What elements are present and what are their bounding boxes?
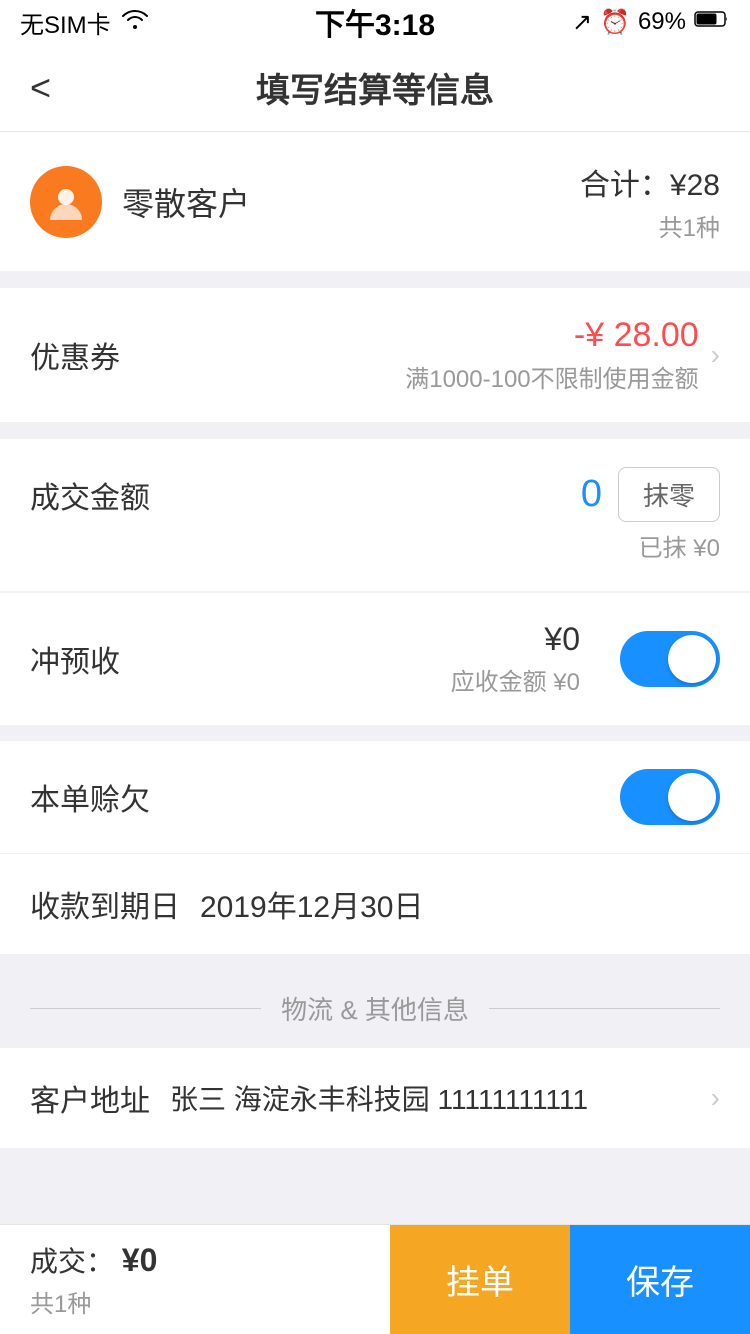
address-label: 客户地址 [30,1076,150,1120]
customer-right: 合计：¥28 共1种 [580,160,720,243]
prereceive-right: ¥0 应收金额 ¥0 [451,621,720,697]
address-chevron-icon: › [711,1082,720,1114]
coupon-right: -¥ 28.00 满1000-100不限制使用金额 › [405,316,720,394]
debt-row: 本单赊欠 [0,741,750,853]
logistics-label: 物流 & 其他信息 [281,990,469,1027]
pending-button[interactable]: 挂单 [390,1225,570,1334]
logistics-header: 物流 & 其他信息 [0,970,750,1047]
transaction-label: 成交金额 [30,473,150,517]
prereceive-receivable: 应收金额 ¥0 [451,662,580,697]
customer-avatar [30,166,102,238]
customer-name: 零散客户 [122,179,250,225]
logistics-line-left [30,1008,261,1009]
customer-section: 零散客户 合计：¥28 共1种 [0,132,750,272]
wifi-icon [121,8,149,36]
customer-count: 共1种 [580,208,720,243]
divider1 [0,272,750,288]
pending-label: 挂单 [446,1255,514,1304]
debt-label: 本单赊欠 [30,775,150,819]
coupon-label: 优惠券 [30,333,120,377]
due-date-label: 收款到期日 [30,882,180,926]
status-bar-time: 下午3:18 [315,0,435,44]
battery-icon [694,8,730,36]
transaction-value[interactable]: 0 [581,473,602,516]
transaction-section: 成交金额 0 抹零 已抹 ¥0 [0,439,750,592]
due-date-value: 2019年12月30日 [200,882,423,926]
due-date-row[interactable]: 收款到期日 2019年12月30日 [0,853,750,954]
prereceive-toggle[interactable] [620,631,720,687]
transaction-row: 成交金额 0 抹零 [30,467,720,522]
coupon-value-area: -¥ 28.00 满1000-100不限制使用金额 [405,316,698,394]
address-row[interactable]: 客户地址 张三 海淀永丰科技园 11111111111 › [0,1047,750,1148]
debt-toggle-knob [668,773,716,821]
bottom-summary: 成交： ¥0 共1种 [0,1240,390,1319]
divider4 [0,954,750,970]
bottom-bar: 成交： ¥0 共1种 挂单 保存 [0,1224,750,1334]
page-title: 填写结算等信息 [256,63,494,112]
round-button[interactable]: 抹零 [618,467,720,522]
already-rounded-text: 已抹 ¥0 [30,528,720,563]
coupon-desc: 满1000-100不限制使用金额 [405,359,698,394]
customer-left: 零散客户 [30,166,250,238]
status-bar-right: ↗ ⏰ 69% [572,8,730,37]
bottom-count: 共1种 [30,1284,360,1319]
bottom-deal-amount: ¥0 [122,1242,158,1278]
status-bar: 无SIM卡 下午3:18 ↗ ⏰ 69% [0,0,750,44]
debt-toggle[interactable] [620,769,720,825]
prereceive-amount: ¥0 [451,621,580,658]
alarm-icon: ⏰ [600,8,630,37]
bottom-deal-label: 成交： [30,1246,114,1277]
prereceive-value-area: ¥0 应收金额 ¥0 [451,621,580,697]
back-button[interactable]: < [30,67,51,109]
address-value: 张三 海淀永丰科技园 11111111111 [170,1078,711,1118]
save-button[interactable]: 保存 [570,1225,750,1334]
logistics-line-right [489,1008,720,1009]
customer-row: 零散客户 合计：¥28 共1种 [0,132,750,271]
carrier-text: 无SIM卡 [20,5,111,40]
prereceive-section: 冲预收 ¥0 应收金额 ¥0 [0,592,750,725]
bottom-deal-line: 成交： ¥0 [30,1240,360,1280]
coupon-chevron-icon: › [711,339,720,371]
divider3 [0,725,750,741]
divider2 [0,423,750,439]
customer-total: 合计：¥28 [580,160,720,204]
content-area: 零散客户 合计：¥28 共1种 优惠券 -¥ 28.00 满1000-100不限… [0,132,750,1278]
coupon-row[interactable]: 优惠券 -¥ 28.00 满1000-100不限制使用金额 › [0,288,750,423]
transaction-input-area: 0 抹零 [581,467,720,522]
prereceive-label: 冲预收 [30,637,120,681]
prereceive-row: 冲预收 ¥0 应收金额 ¥0 [30,621,720,697]
battery-text: 69% [638,8,686,36]
status-bar-left: 无SIM卡 [20,5,149,40]
save-label: 保存 [626,1255,694,1304]
toggle-knob [668,635,716,683]
coupon-amount: -¥ 28.00 [405,316,698,355]
nav-bar: < 填写结算等信息 [0,44,750,132]
location-icon: ↗ [572,8,592,37]
